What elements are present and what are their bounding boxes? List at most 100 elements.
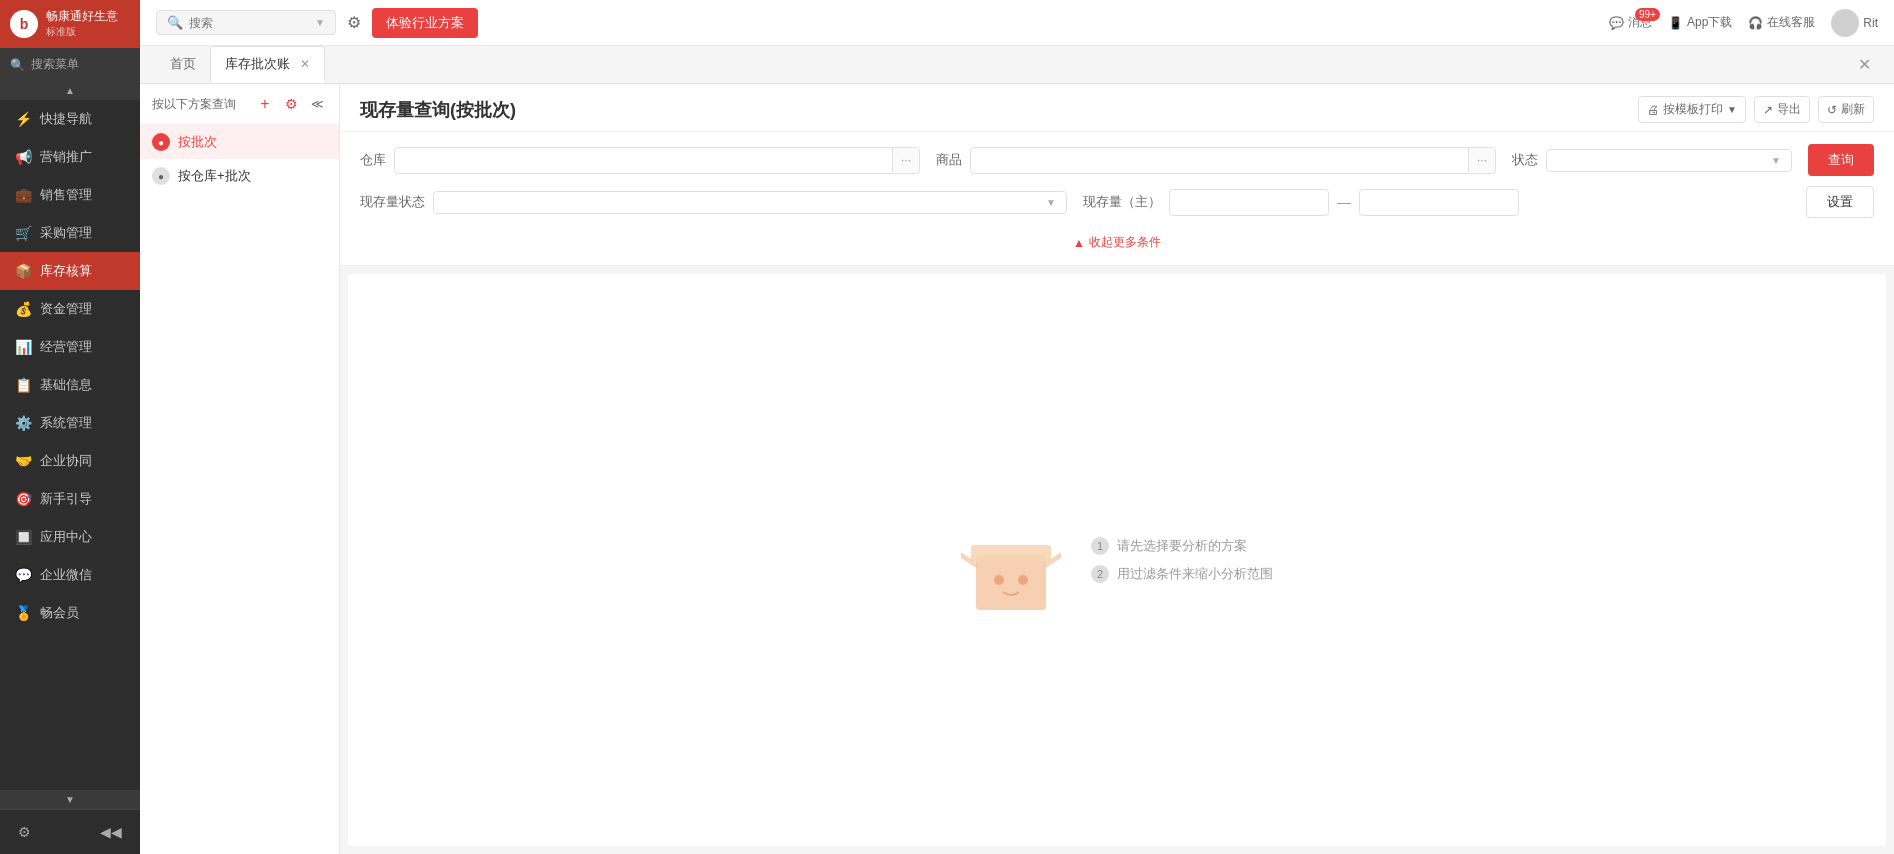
purchase-icon: 🛒 <box>14 224 32 242</box>
sidebar-item-system[interactable]: ⚙️ 系统管理 <box>0 404 140 442</box>
marketing-icon: 📢 <box>14 148 32 166</box>
sidebar-item-operations[interactable]: 📊 经营管理 <box>0 328 140 366</box>
sidebar-item-finance[interactable]: 💰 资金管理 <box>0 290 140 328</box>
tab-bar: 首页 库存批次账 ✕ ✕ <box>140 46 1894 84</box>
message-badge: 99+ <box>1635 8 1660 21</box>
collapse-more-btn[interactable]: ▲ 收起更多条件 <box>360 228 1874 253</box>
inventory-qty-to-input[interactable] <box>1359 189 1519 216</box>
sidebar-item-sales[interactable]: 💼 销售管理 <box>0 176 140 214</box>
tab-home[interactable]: 首页 <box>156 47 210 83</box>
empty-tips: 1 请先选择要分析的方案 2 用过滤条件来缩小分析范围 <box>1091 537 1273 583</box>
filter-row-2: 现存量状态 ▼ 现存量（主） — 设置 <box>360 186 1874 218</box>
scroll-down-btn[interactable]: ▼ <box>0 790 140 809</box>
top-bar: 🔍 ▼ ⚙ 体验行业方案 💬 消息 99+ 📱 App下载 🎧 在线客服 <box>140 0 1894 46</box>
finance-icon: 💰 <box>14 300 32 318</box>
basic-icon: 📋 <box>14 376 32 394</box>
product-input[interactable] <box>971 148 1468 173</box>
member-icon: 🏅 <box>14 604 32 622</box>
plan-item-by-batch[interactable]: ● 按批次 <box>140 125 339 159</box>
print-btn[interactable]: 🖨 按模板打印 ▼ <box>1638 96 1746 123</box>
main-area: 🔍 ▼ ⚙ 体验行业方案 💬 消息 99+ 📱 App下载 🎧 在线客服 <box>140 0 1894 854</box>
chevron-down-icon: ▼ <box>1771 155 1781 166</box>
sidebar-item-purchase[interactable]: 🛒 采购管理 <box>0 214 140 252</box>
export-btn[interactable]: ↗ 导出 <box>1754 96 1810 123</box>
scroll-up-btn[interactable]: ▲ <box>0 81 140 100</box>
gear-plan-btn[interactable]: ⚙ <box>281 94 301 114</box>
top-search-input[interactable] <box>189 16 309 30</box>
sidebar-nav: ⚡ 快捷导航 📢 营销推广 💼 销售管理 🛒 采购管理 📦 库存核算 💰 资金管… <box>0 100 140 790</box>
sidebar-item-apps[interactable]: 🔲 应用中心 <box>0 518 140 556</box>
svg-point-3 <box>1018 575 1028 585</box>
tab-close-btn[interactable]: ✕ <box>300 57 310 71</box>
sidebar-item-basic[interactable]: 📋 基础信息 <box>0 366 140 404</box>
plan-icon-active: ● <box>152 133 170 151</box>
sidebar-search[interactable]: 🔍 搜索菜单 <box>0 48 140 81</box>
left-panel: 按以下方案查询 + ⚙ ≪ ● 按批次 ● 按仓库+批次 <box>140 84 340 854</box>
refresh-btn[interactable]: ↺ 刷新 <box>1818 96 1874 123</box>
tab-label: 库存批次账 <box>225 55 290 73</box>
close-tab-btn[interactable]: ✕ <box>1850 51 1878 79</box>
top-search-box[interactable]: 🔍 ▼ <box>156 10 336 35</box>
sales-icon: 💼 <box>14 186 32 204</box>
sidebar-item-label: 企业微信 <box>40 566 92 584</box>
range-dash: — <box>1337 194 1351 210</box>
tip-text-2: 用过滤条件来缩小分析范围 <box>1117 565 1273 583</box>
empty-state: 1 请先选择要分析的方案 2 用过滤条件来缩小分析范围 <box>348 274 1886 846</box>
sidebar-item-label: 畅会员 <box>40 604 79 622</box>
apps-icon: 🔲 <box>14 528 32 546</box>
status-select[interactable]: ▼ <box>1546 149 1792 172</box>
warehouse-input[interactable] <box>395 148 892 173</box>
sidebar-item-label: 系统管理 <box>40 414 92 432</box>
inventory-qty-from-input[interactable] <box>1169 189 1329 216</box>
message-btn[interactable]: 💬 消息 99+ <box>1609 14 1652 31</box>
experience-btn[interactable]: 体验行业方案 <box>372 8 478 38</box>
tip-num-2: 2 <box>1091 565 1109 583</box>
sidebar-item-member[interactable]: 🏅 畅会员 <box>0 594 140 632</box>
user-avatar <box>1831 9 1859 37</box>
newbie-icon: 🎯 <box>14 490 32 508</box>
headset-icon: 🎧 <box>1748 16 1763 30</box>
sidebar-item-label: 快捷导航 <box>40 110 92 128</box>
warehouse-input-wrap: ··· <box>394 147 920 174</box>
export-icon: ↗ <box>1763 103 1773 117</box>
query-button[interactable]: 查询 <box>1808 144 1874 176</box>
sidebar-item-inventory[interactable]: 📦 库存核算 <box>0 252 140 290</box>
settings-footer-btn[interactable]: ⚙ <box>14 820 35 844</box>
app-title-group: 畅康通好生意 标准版 <box>46 9 118 39</box>
export-label: 导出 <box>1777 101 1801 118</box>
tip-num-1: 1 <box>1091 537 1109 555</box>
settings-icon[interactable]: ⚙ <box>344 13 364 33</box>
settings-button[interactable]: 设置 <box>1806 186 1874 218</box>
sidebar-item-enterprise[interactable]: 🤝 企业协同 <box>0 442 140 480</box>
filter-area: 仓库 ··· 商品 ··· 状态 <box>340 132 1894 266</box>
add-plan-btn[interactable]: + <box>255 94 275 114</box>
plan-item-by-warehouse-batch[interactable]: ● 按仓库+批次 <box>140 159 339 193</box>
print-icon: 🖨 <box>1647 103 1659 117</box>
warehouse-dots-btn[interactable]: ··· <box>892 148 919 172</box>
svg-rect-1 <box>971 545 1051 561</box>
enterprise-icon: 🤝 <box>14 452 32 470</box>
sidebar-item-marketing[interactable]: 📢 营销推广 <box>0 138 140 176</box>
sidebar-item-label: 新手引导 <box>40 490 92 508</box>
sidebar: b 畅康通好生意 标准版 🔍 搜索菜单 ▲ ⚡ 快捷导航 📢 营销推广 💼 销售… <box>0 0 140 854</box>
product-input-wrap: ··· <box>970 147 1496 174</box>
sidebar-item-shortcuts[interactable]: ⚡ 快捷导航 <box>0 100 140 138</box>
collapse-sidebar-btn[interactable]: ◀◀ <box>96 820 126 844</box>
status-label: 状态 <box>1512 151 1538 169</box>
product-dots-btn[interactable]: ··· <box>1468 148 1495 172</box>
tab-batch[interactable]: 库存批次账 ✕ <box>210 46 325 83</box>
search-icon: 🔍 <box>167 15 183 30</box>
sidebar-item-wechat[interactable]: 💬 企业微信 <box>0 556 140 594</box>
sidebar-item-newbie[interactable]: 🎯 新手引导 <box>0 480 140 518</box>
sidebar-item-label: 资金管理 <box>40 300 92 318</box>
online-service-btn[interactable]: 🎧 在线客服 <box>1748 14 1815 31</box>
empty-illustration <box>961 510 1061 610</box>
user-profile-btn[interactable]: Rit <box>1831 9 1878 37</box>
plan-label: 按批次 <box>178 133 217 151</box>
app-download-btn[interactable]: 📱 App下载 <box>1668 14 1732 31</box>
collapse-panel-btn[interactable]: ≪ <box>307 94 327 114</box>
inventory-status-select[interactable]: ▼ <box>433 191 1067 214</box>
inventory-status-filter-group: 现存量状态 ▼ <box>360 191 1067 214</box>
top-bar-left: 🔍 ▼ ⚙ 体验行业方案 <box>156 8 1597 38</box>
app-logo: b <box>10 10 38 38</box>
